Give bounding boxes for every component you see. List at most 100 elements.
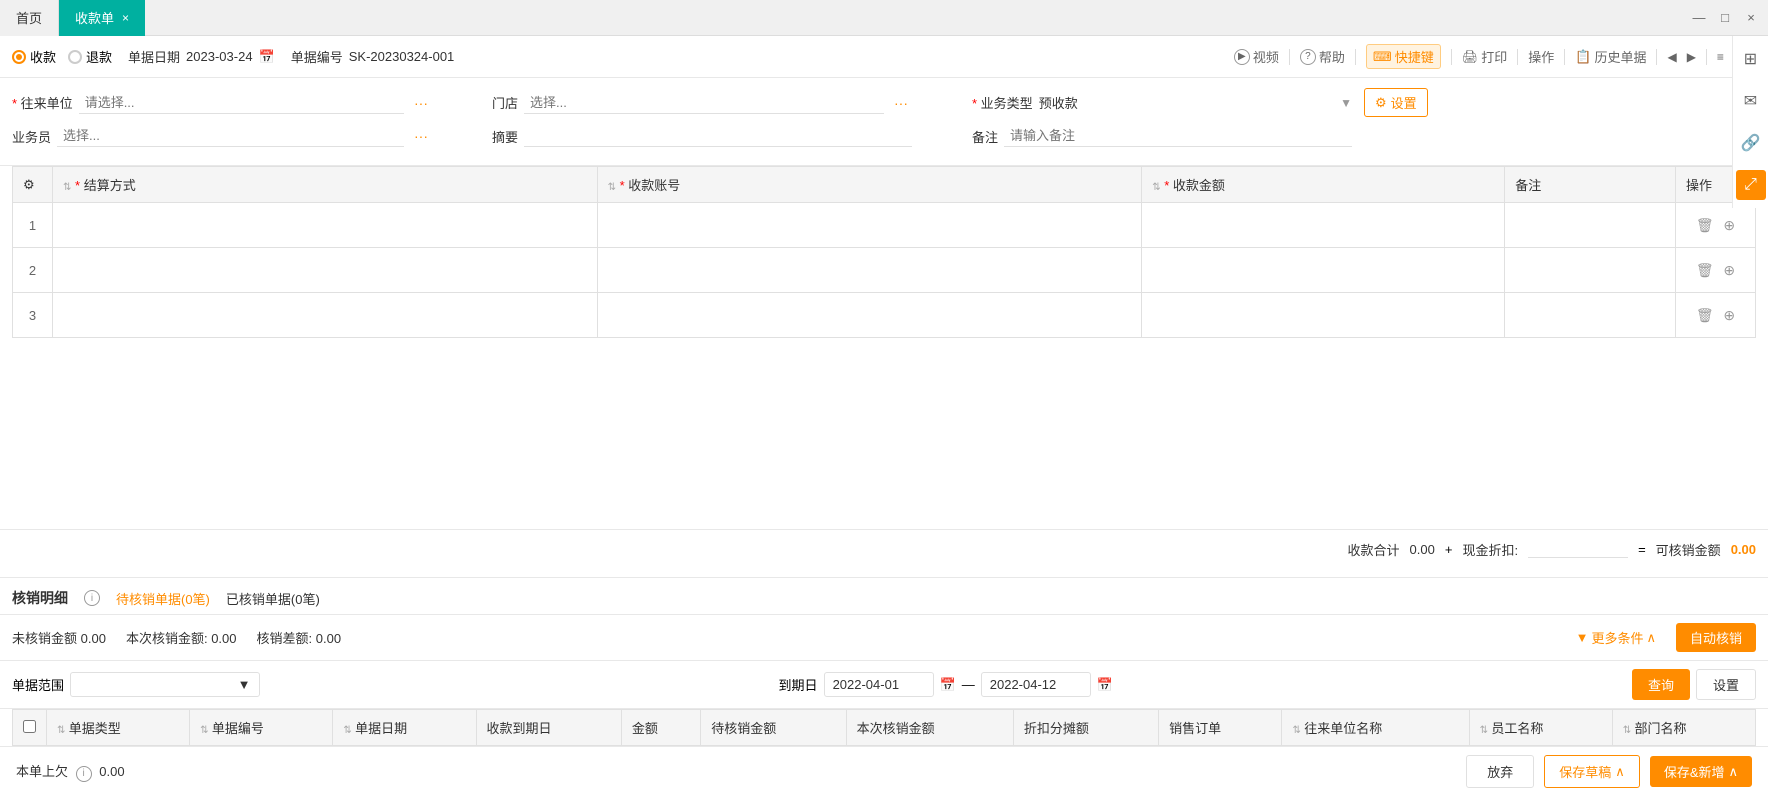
summary-field: 摘要 — [492, 125, 912, 147]
discount-input[interactable] — [1528, 542, 1628, 558]
sidebar-link-icon[interactable]: 🔗 — [1736, 128, 1766, 158]
shortcut-action[interactable]: ⌨ 快捷键 — [1366, 44, 1441, 69]
pending-tab[interactable]: 待核销单据(0笔) — [116, 589, 210, 608]
hexiao-info-icon[interactable]: i — [84, 590, 100, 606]
copy-icon-1[interactable]: ⊕ — [1723, 217, 1735, 233]
maximize-icon: □ — [1721, 10, 1729, 25]
tab-home-label: 首页 — [16, 8, 42, 27]
amount-cell-2[interactable] — [1142, 248, 1505, 293]
remark-cell-2[interactable] — [1505, 248, 1676, 293]
close-button[interactable]: × — [1742, 9, 1760, 27]
help-action[interactable]: ? 帮助 — [1300, 47, 1345, 66]
partner-field: 往来单位 ··· — [12, 92, 432, 114]
remark-cell-3[interactable] — [1505, 293, 1676, 338]
settle-cell-1[interactable] — [53, 203, 598, 248]
th-settings[interactable]: ⚙ — [13, 167, 53, 203]
abandon-button[interactable]: 放弃 — [1466, 755, 1534, 788]
print-action[interactable]: 🖨 打印 — [1462, 47, 1508, 66]
shop-more-btn[interactable]: ··· — [890, 95, 912, 111]
action-cell-3: 🗑 ⊕ — [1676, 293, 1756, 338]
copy-icon-3[interactable]: ⊕ — [1723, 307, 1735, 323]
this-order-info-icon[interactable]: i — [76, 766, 92, 782]
amount-cell-3[interactable] — [1142, 293, 1505, 338]
staff-more-btn[interactable]: ··· — [410, 128, 432, 144]
partner-input[interactable] — [79, 92, 404, 114]
bth-partner: ⇅ 往来单位名称 — [1282, 710, 1469, 746]
date-end-input[interactable] — [981, 672, 1091, 697]
form-area: 往来单位 ··· 门店 ··· 业务类型 预收款 ▼ ⚙ 设置 — [0, 78, 1768, 166]
business-chevron-icon[interactable]: ▼ — [1340, 96, 1352, 110]
query-button[interactable]: 查询 — [1632, 669, 1690, 700]
receipt-radio[interactable]: 收款 — [12, 47, 56, 66]
filter-settings-button[interactable]: 设置 — [1696, 669, 1756, 700]
settle-cell-3[interactable] — [53, 293, 598, 338]
history-action[interactable]: 📋 历史单据 — [1575, 47, 1646, 66]
footer-bar: 本单上欠 i 0.00 放弃 保存草稿 ∧ 保存&新增 ∧ — [0, 746, 1768, 796]
tab-home[interactable]: 首页 — [0, 0, 59, 36]
delete-icon-3[interactable]: 🗑 — [1696, 307, 1714, 323]
toolbar: 收款 退款 单据日期 2023-03-24 📅 单据编号 SK-20230324… — [0, 36, 1768, 78]
close-icon: × — [1747, 10, 1755, 25]
divider3 — [1451, 49, 1452, 65]
select-all-checkbox[interactable] — [23, 720, 36, 733]
remark-input[interactable] — [1004, 125, 1352, 147]
account-cell-1[interactable] — [597, 203, 1142, 248]
calendar-icon-start[interactable]: 📅 — [940, 677, 956, 693]
tab-receipt[interactable]: 收款单 × — [59, 0, 145, 36]
date-value: 2023-03-24 — [186, 49, 253, 64]
number-label: 单据编号 — [291, 47, 343, 66]
tab-receipt-close[interactable]: × — [122, 11, 129, 25]
staff-input[interactable] — [57, 125, 404, 147]
hexiao-title: 核销明细 — [12, 588, 68, 608]
tab-bar: 首页 收款单 × — □ × — [0, 0, 1768, 36]
sidebar-mail-icon[interactable]: ✉ — [1736, 86, 1766, 116]
shortcut-label: 快捷键 — [1395, 47, 1434, 66]
account-cell-2[interactable] — [597, 248, 1142, 293]
settings-label: 设置 — [1391, 93, 1417, 112]
operation-action[interactable]: 操作 — [1528, 47, 1554, 66]
sidebar-table-icon[interactable]: ⊞ — [1736, 44, 1766, 74]
list-view[interactable]: ≡ — [1717, 50, 1724, 64]
video-action[interactable]: ▶ 视频 — [1234, 47, 1279, 66]
gear-icon: ⚙ — [1375, 95, 1387, 111]
summary-input[interactable] — [524, 125, 912, 147]
calendar-icon[interactable]: 📅 — [259, 49, 275, 65]
bth-amount: 金额 — [621, 710, 700, 746]
done-tab[interactable]: 已核销单据(0笔) — [226, 589, 320, 608]
maximize-button[interactable]: □ — [1716, 9, 1734, 27]
delete-icon-1[interactable]: 🗑 — [1696, 217, 1714, 233]
amount-cell-1[interactable] — [1142, 203, 1505, 248]
minimize-button[interactable]: — — [1690, 9, 1708, 27]
refund-radio-dot — [68, 50, 82, 64]
remark-cell-1[interactable] — [1505, 203, 1676, 248]
nav-next[interactable]: ▶ — [1687, 50, 1696, 64]
settings-button[interactable]: ⚙ 设置 — [1364, 88, 1428, 117]
save-draft-button[interactable]: 保存草稿 ∧ — [1544, 755, 1640, 788]
th-remark: 备注 — [1505, 167, 1676, 203]
available-label: 可核销金额 — [1656, 540, 1721, 559]
shop-input[interactable] — [524, 92, 884, 114]
table-row: 1 🗑 ⊕ — [13, 203, 1756, 248]
refund-radio[interactable]: 退款 — [68, 47, 112, 66]
bottom-table: ⇅ 单据类型 ⇅ 单据编号 ⇅ 单据日期 收款到期日 — [12, 709, 1756, 746]
copy-icon-2[interactable]: ⊕ — [1723, 262, 1735, 278]
delete-icon-2[interactable]: 🗑 — [1696, 262, 1714, 278]
tab-receipt-label: 收款单 — [75, 8, 114, 27]
business-value: 预收款 — [1039, 93, 1078, 112]
save-new-button[interactable]: 保存&新增 ∧ — [1650, 756, 1752, 787]
settle-cell-2[interactable] — [53, 248, 598, 293]
data-table-container: ⚙ ⇅ 结算方式 ⇅ 收款账号 ⇅ 收款金额 备注 — [0, 166, 1768, 529]
calendar-icon-end[interactable]: 📅 — [1097, 677, 1113, 693]
sidebar-expand-icon[interactable]: ⤢ — [1736, 170, 1766, 200]
bth-checkbox[interactable] — [13, 710, 47, 746]
equals-sign: = — [1638, 542, 1646, 557]
more-conditions-btn[interactable]: ▼ 更多条件 ∧ — [1576, 628, 1656, 647]
remark-field: 备注 — [972, 125, 1352, 147]
account-cell-3[interactable] — [597, 293, 1142, 338]
date-start-input[interactable] — [824, 672, 934, 697]
nav-prev[interactable]: ◀ — [1667, 50, 1676, 64]
auto-cancel-btn[interactable]: 自动核销 — [1676, 623, 1756, 652]
range-select[interactable]: ▼ — [70, 672, 260, 697]
partner-more-btn[interactable]: ··· — [410, 95, 432, 111]
range-label: 单据范围 — [12, 675, 64, 694]
